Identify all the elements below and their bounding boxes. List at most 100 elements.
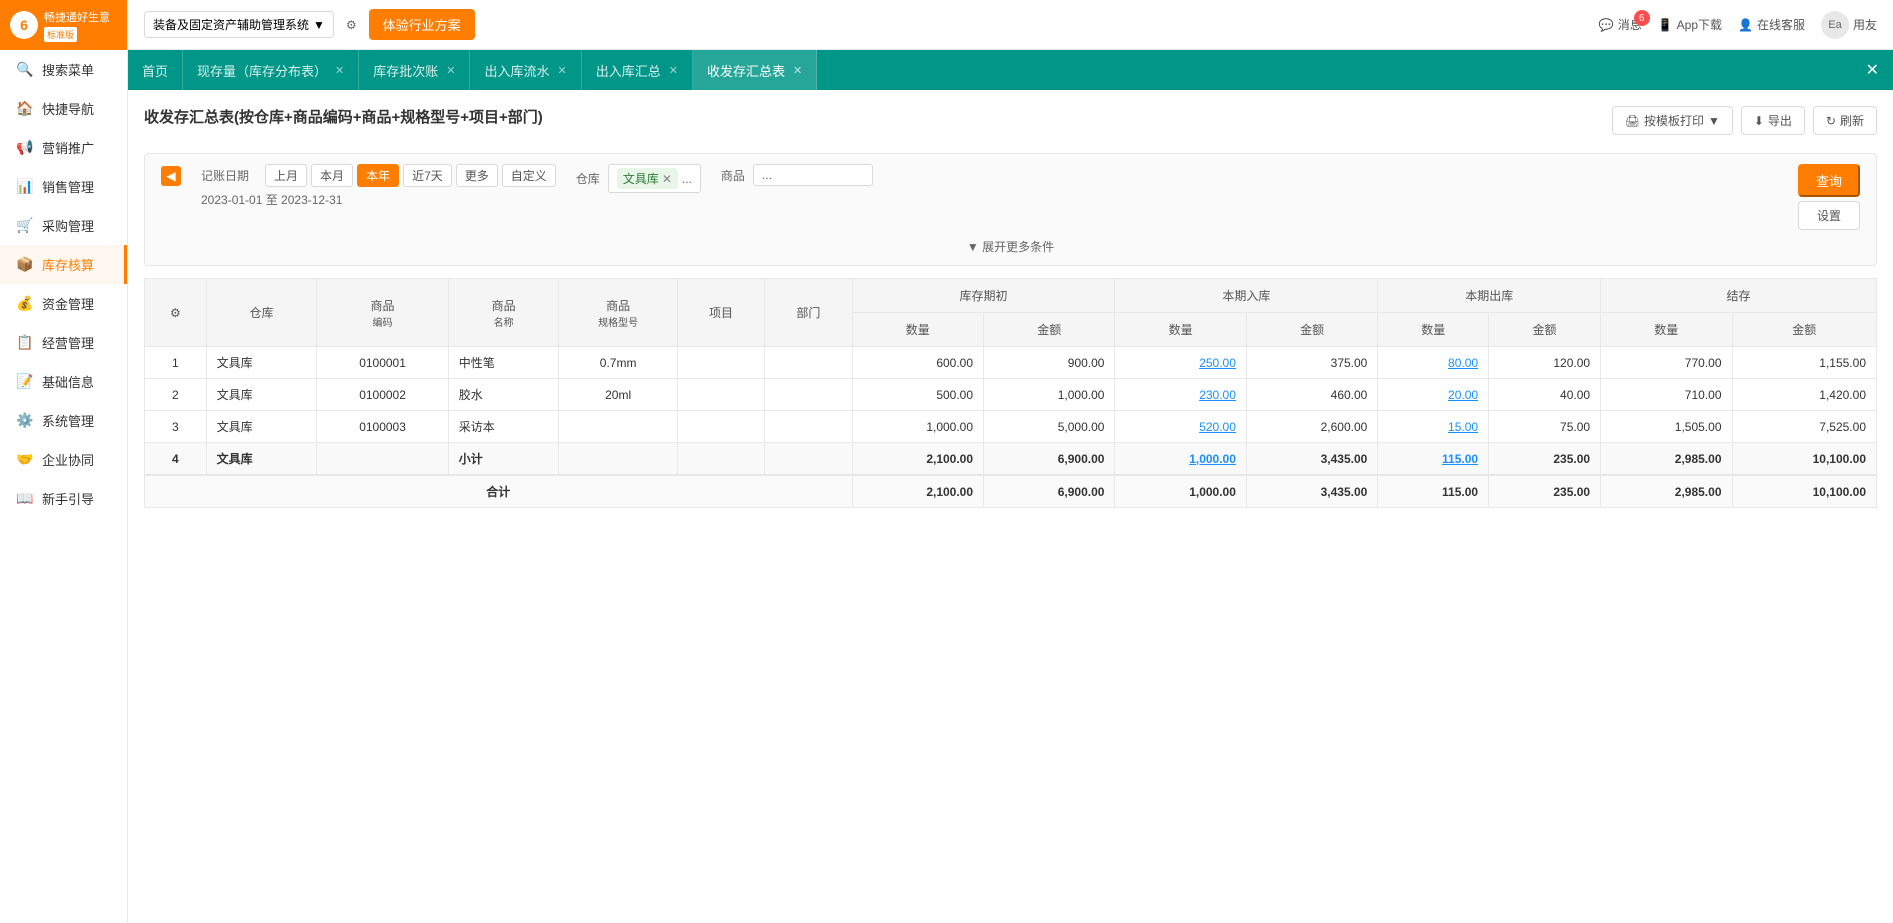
tab-home[interactable]: 首页 — [128, 50, 183, 90]
username: 用友 — [1853, 16, 1877, 33]
marketing-icon: 📢 — [16, 139, 34, 156]
sidebar-item-enterprise[interactable]: 🤝 企业协同 — [0, 440, 127, 479]
print-template-btn[interactable]: 🖨 按模板打印 ▼ — [1612, 106, 1733, 135]
cell-name: 胶水 — [448, 379, 559, 411]
sidebar-item-marketing[interactable]: 📢 营销推广 — [0, 128, 127, 167]
message-action[interactable]: 💬 6 消息 — [1599, 16, 1642, 33]
online-support-action[interactable]: 👤 在线客服 — [1738, 16, 1805, 33]
date-btn-7days[interactable]: 近7天 — [403, 164, 452, 187]
tab-home-label: 首页 — [142, 61, 168, 80]
search-icon: 🔍 — [16, 61, 34, 78]
tab-batch-account[interactable]: 库存批次账 ✕ — [359, 50, 470, 90]
sidebar-item-sales[interactable]: 📊 销售管理 — [0, 167, 127, 206]
tab-recv-send[interactable]: 收发存汇总表 ✕ — [693, 50, 817, 90]
cell-out-qty[interactable]: 20.00 — [1378, 379, 1489, 411]
system-selector[interactable]: 装备及固定资产辅助管理系统 ▼ — [144, 11, 334, 38]
tab-bar: 首页 现存量（库存分布表） ✕ 库存批次账 ✕ 出入库流水 ✕ 出入库汇总 ✕ … — [128, 50, 1893, 90]
export-btn[interactable]: ⬇ 导出 — [1741, 106, 1805, 135]
date-btn-this-month[interactable]: 本月 — [311, 164, 353, 187]
support-label: 在线客服 — [1757, 16, 1805, 33]
cell-close-amt: 10,100.00 — [1732, 443, 1877, 476]
home-icon: 🏠 — [16, 100, 34, 117]
tab-in-out-flow[interactable]: 出入库流水 ✕ — [470, 50, 581, 90]
date-btn-custom[interactable]: 自定义 — [502, 164, 556, 187]
tab-in-out-flow-close[interactable]: ✕ — [558, 64, 567, 77]
table-row: 3 文具库 0100003 采访本 1,000.00 5,000.00 520.… — [145, 411, 1877, 443]
date-btn-last-month[interactable]: 上月 — [265, 164, 307, 187]
cell-dept — [765, 379, 852, 411]
page-title: 收发存汇总表(按仓库+商品编码+商品+规格型号+项目+部门) — [144, 106, 543, 127]
col-opening-amt: 金额 — [984, 313, 1115, 347]
cell-in-qty[interactable]: 1,000.00 — [1115, 443, 1246, 476]
cell-in-qty[interactable]: 520.00 — [1115, 411, 1246, 443]
table-body: 1 文具库 0100001 中性笔 0.7mm 600.00 900.00 25… — [145, 347, 1877, 476]
col-product-code: 商品编码 — [317, 279, 448, 347]
cell-out-qty[interactable]: 15.00 — [1378, 411, 1489, 443]
app-download-action[interactable]: 📱 App下载 — [1658, 16, 1722, 33]
system-name: 装备及固定资产辅助管理系统 — [153, 16, 309, 33]
cell-name: 采访本 — [448, 411, 559, 443]
sidebar-item-quick-nav[interactable]: 🏠 快捷导航 — [0, 89, 127, 128]
cell-opening-qty: 1,000.00 — [852, 411, 983, 443]
settings-btn[interactable]: 设置 — [1798, 201, 1860, 230]
cell-out-amt: 75.00 — [1489, 411, 1601, 443]
filter-bar: ◀ 记账日期 上月 本月 本年 近7天 更多 — [144, 153, 1877, 266]
cell-spec — [559, 443, 677, 476]
tab-batch-account-close[interactable]: ✕ — [446, 64, 455, 77]
cell-opening-qty: 500.00 — [852, 379, 983, 411]
tab-stock-dist[interactable]: 现存量（库存分布表） ✕ — [183, 50, 359, 90]
product-more[interactable]: ... — [762, 168, 772, 182]
warehouse-tag-close[interactable]: ✕ — [662, 172, 672, 186]
query-btn[interactable]: 查询 — [1798, 164, 1860, 197]
settings-icon[interactable]: ⚙ — [346, 18, 357, 32]
tab-in-out-summary-close[interactable]: ✕ — [669, 64, 678, 77]
warehouse-input[interactable]: 文具库 ✕ ... — [608, 164, 701, 193]
tab-bar-close[interactable]: ✕ — [1852, 60, 1893, 80]
cell-out-qty[interactable]: 80.00 — [1378, 347, 1489, 379]
tab-recv-send-close[interactable]: ✕ — [793, 64, 802, 77]
footer-close-amt: 10,100.00 — [1732, 475, 1877, 508]
cell-code — [317, 443, 448, 476]
tab-batch-account-label: 库存批次账 — [373, 61, 438, 80]
product-input[interactable]: ... — [753, 164, 873, 186]
cell-no: 2 — [145, 379, 207, 411]
date-btn-this-year[interactable]: 本年 — [357, 164, 399, 187]
sidebar-item-guide[interactable]: 📖 新手引导 — [0, 479, 127, 518]
cell-in-amt: 3,435.00 — [1246, 443, 1377, 476]
date-btn-more[interactable]: 更多 — [456, 164, 498, 187]
cell-in-qty[interactable]: 250.00 — [1115, 347, 1246, 379]
inventory-icon: 📦 — [16, 256, 34, 273]
sidebar-item-purchase[interactable]: 🛒 采购管理 — [0, 206, 127, 245]
sidebar-logo: 6 畅捷通好生意 标准版 — [0, 0, 127, 50]
sidebar-item-search[interactable]: 🔍 搜索菜单 — [0, 50, 127, 89]
cell-in-amt: 2,600.00 — [1246, 411, 1377, 443]
operation-icon: 📋 — [16, 334, 34, 351]
col-closing: 结存 — [1601, 279, 1877, 313]
tab-in-out-summary[interactable]: 出入库汇总 ✕ — [582, 50, 693, 90]
sidebar-item-basic-info[interactable]: 📝 基础信息 — [0, 362, 127, 401]
cell-out-qty[interactable]: 115.00 — [1378, 443, 1489, 476]
cell-close-amt: 7,525.00 — [1732, 411, 1877, 443]
expand-conditions: ▼ 展开更多条件 — [161, 238, 1860, 255]
cell-code: 0100002 — [317, 379, 448, 411]
expand-btn[interactable]: ▼ 展开更多条件 — [967, 240, 1054, 254]
refresh-btn[interactable]: ↻ 刷新 — [1813, 106, 1877, 135]
sidebar-item-inventory[interactable]: 📦 库存核算 — [0, 245, 127, 284]
col-product-name: 商品名称 — [448, 279, 559, 347]
col-out-amt: 金额 — [1489, 313, 1601, 347]
warehouse-more[interactable]: ... — [682, 172, 692, 186]
cell-in-qty[interactable]: 230.00 — [1115, 379, 1246, 411]
tab-stock-dist-close[interactable]: ✕ — [335, 64, 344, 77]
footer-in-qty: 1,000.00 — [1115, 475, 1246, 508]
sidebar-item-system[interactable]: ⚙️ 系统管理 — [0, 401, 127, 440]
user-action[interactable]: Ea 用友 — [1821, 11, 1877, 39]
trial-btn[interactable]: 体验行业方案 — [369, 9, 475, 40]
tab-recv-send-label: 收发存汇总表 — [707, 61, 785, 80]
sidebar-item-operation[interactable]: 📋 经营管理 — [0, 323, 127, 362]
cell-project — [677, 411, 764, 443]
filter-collapse-btn[interactable]: ◀ — [161, 166, 181, 186]
sidebar-item-finance[interactable]: 💰 资金管理 — [0, 284, 127, 323]
refresh-icon: ↻ — [1826, 114, 1836, 128]
date-buttons: 上月 本月 本年 近7天 更多 自定义 — [265, 164, 556, 187]
col-settings[interactable]: ⚙ — [145, 279, 207, 347]
